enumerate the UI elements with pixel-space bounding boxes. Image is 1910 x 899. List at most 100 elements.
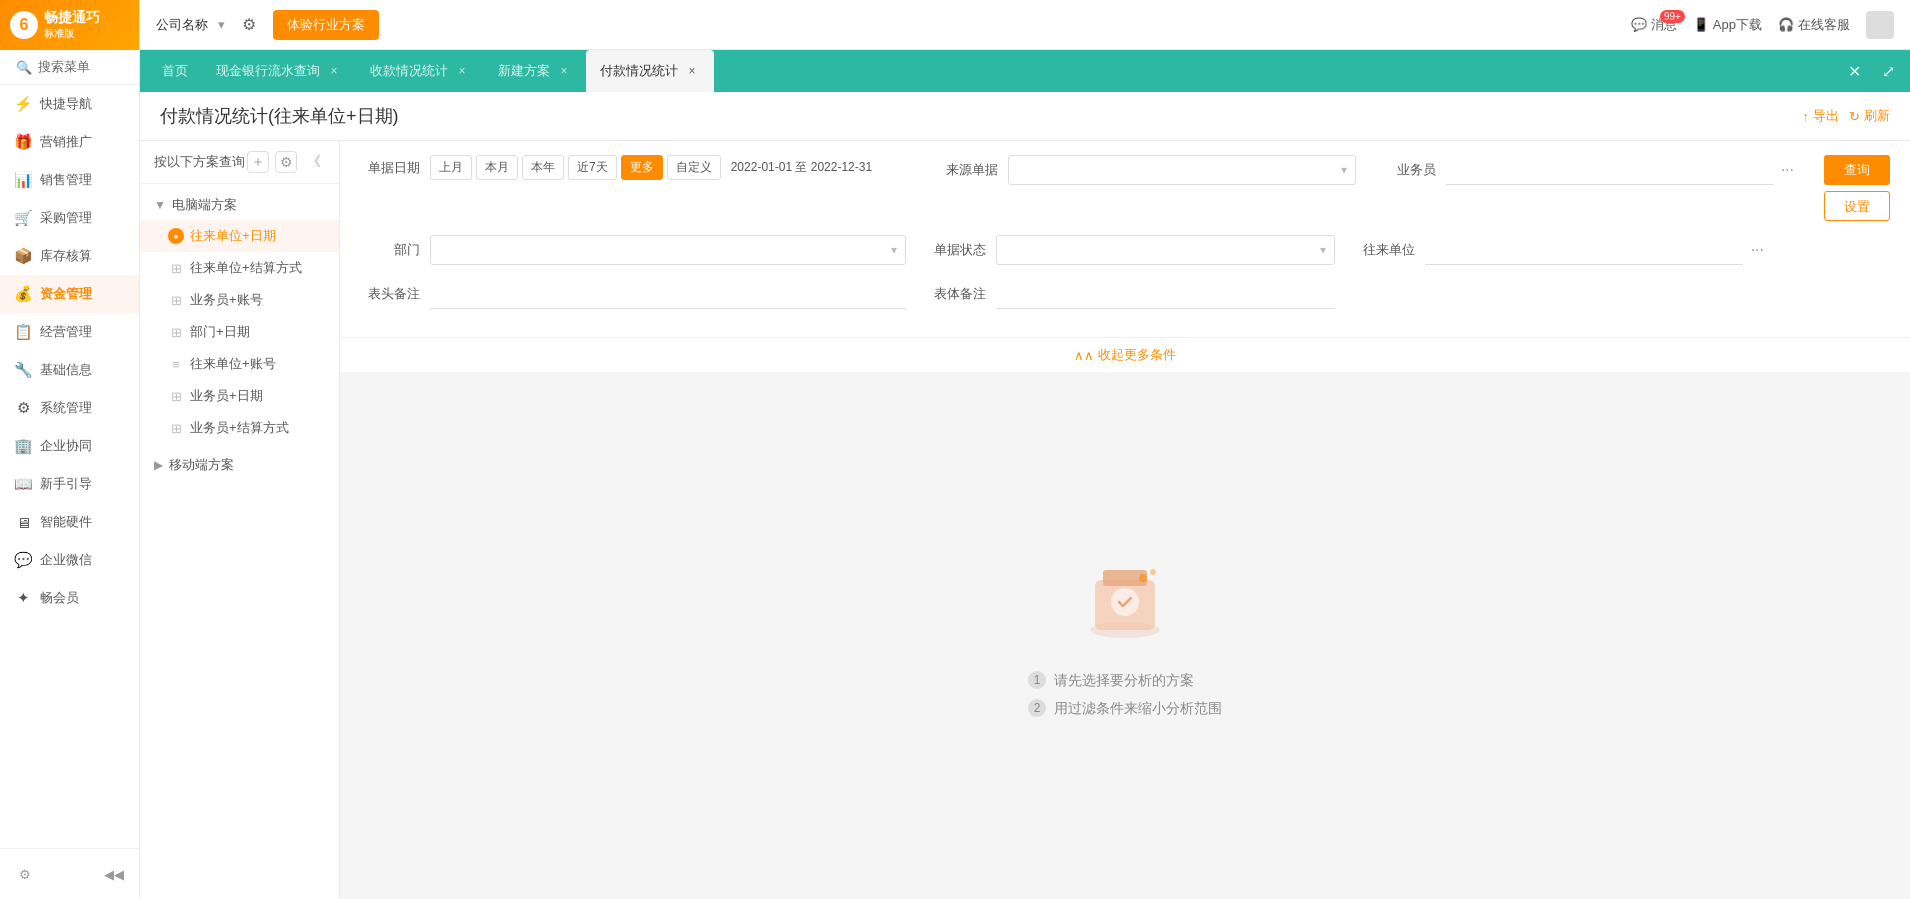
date-control: 上月 本月 本年 近7天 更多 自定义 2022-01-01 至 2022-12… bbox=[430, 155, 918, 180]
scheme-desktop-header[interactable]: ▼ 电脑端方案 bbox=[140, 190, 339, 220]
date-tab-this-month[interactable]: 本月 bbox=[476, 155, 518, 180]
note-head-control bbox=[430, 279, 906, 309]
date-tab-last-7[interactable]: 近7天 bbox=[568, 155, 617, 180]
sidebar-settings-btn[interactable]: ⚙ bbox=[10, 859, 40, 889]
sidebar-item-hardware[interactable]: 🖥 智能硬件 bbox=[0, 503, 139, 541]
logo-sub-text: 标准版 bbox=[44, 27, 100, 41]
partner-dots[interactable]: ··· bbox=[1751, 241, 1764, 259]
search-label: 搜索菜单 bbox=[38, 58, 90, 76]
trial-btn[interactable]: 体验行业方案 bbox=[273, 10, 379, 40]
date-range-display: 2022-01-01 至 2022-12-31 bbox=[731, 159, 872, 176]
scheme-item-partner-settlement[interactable]: ⊞ 往来单位+结算方式 bbox=[140, 252, 339, 284]
scheme-settings-btn[interactable]: ⚙ bbox=[275, 151, 297, 173]
nav-label-wechat: 企业微信 bbox=[40, 551, 92, 569]
sidebar-item-enterprise[interactable]: 🏢 企业协同 bbox=[0, 427, 139, 465]
empty-illustration bbox=[1075, 550, 1175, 650]
salesman-dots[interactable]: ··· bbox=[1781, 161, 1794, 179]
nav-icon-guide: 📖 bbox=[14, 475, 32, 493]
header-settings-icon[interactable]: ⚙ bbox=[235, 11, 263, 39]
sidebar-item-quick-nav[interactable]: ⚡ 快捷导航 bbox=[0, 85, 139, 123]
dept-control: ▾ bbox=[430, 235, 906, 265]
source-select[interactable]: ▾ bbox=[1008, 155, 1356, 185]
sidebar-item-guide[interactable]: 📖 新手引导 bbox=[0, 465, 139, 503]
partner-input[interactable] bbox=[1425, 235, 1743, 265]
tab-home[interactable]: 首页 bbox=[148, 50, 202, 92]
scheme-grid-icon-5: ⊞ bbox=[168, 388, 184, 404]
scheme-add-btn[interactable]: ＋ bbox=[247, 151, 269, 173]
tab-payment-stats[interactable]: 付款情况统计 × bbox=[586, 50, 714, 92]
scheme-item-salesman-settlement[interactable]: ⊞ 业务员+结算方式 bbox=[140, 412, 339, 444]
collapse-bar[interactable]: ∧∧ 收起更多条件 bbox=[340, 337, 1910, 372]
export-btn[interactable]: ↑ 导出 bbox=[1803, 107, 1840, 125]
partner-label: 往来单位 bbox=[1355, 241, 1415, 259]
customer-service-btn[interactable]: 🎧 在线客服 bbox=[1778, 16, 1850, 34]
nav-label-guide: 新手引导 bbox=[40, 475, 92, 493]
tab-maximize-btn[interactable]: ⤢ bbox=[1874, 57, 1902, 85]
user-avatar[interactable] bbox=[1866, 11, 1894, 39]
sidebar-item-vip[interactable]: ✦ 畅会员 bbox=[0, 579, 139, 617]
refresh-btn[interactable]: ↻ 刷新 bbox=[1849, 107, 1890, 125]
date-tab-more[interactable]: 更多 bbox=[621, 155, 663, 180]
scheme-item-partner-account[interactable]: ≡ 往来单位+账号 bbox=[140, 348, 339, 380]
dept-select[interactable]: ▾ bbox=[430, 235, 906, 265]
scheme-item-dept-date[interactable]: ⊞ 部门+日期 bbox=[140, 316, 339, 348]
nav-label-purchase: 采购管理 bbox=[40, 209, 92, 227]
filter-field-source: 来源单据 ▾ bbox=[938, 155, 1356, 185]
nav-icon-inventory: 📦 bbox=[14, 247, 32, 265]
app-download-btn[interactable]: 📱 App下载 bbox=[1693, 16, 1762, 34]
tab-receipts[interactable]: 收款情况统计 × bbox=[356, 50, 484, 92]
page-header: 付款情况统计(往来单位+日期) ↑ 导出 ↻ 刷新 bbox=[140, 92, 1910, 141]
tab-new-scheme[interactable]: 新建方案 × bbox=[484, 50, 586, 92]
tab-receipts-close[interactable]: × bbox=[454, 63, 470, 79]
date-tab-this-year[interactable]: 本年 bbox=[522, 155, 564, 180]
messages-btn[interactable]: 💬 消息 99+ bbox=[1631, 16, 1677, 34]
salesman-label: 业务员 bbox=[1376, 161, 1436, 179]
tab-bank-flow-close[interactable]: × bbox=[326, 63, 342, 79]
voucher-status-select[interactable]: ▾ bbox=[996, 235, 1335, 265]
nav-icon-wechat: 💬 bbox=[14, 551, 32, 569]
tab-close-all-btn[interactable]: ✕ bbox=[1840, 57, 1868, 85]
date-tab-last-month[interactable]: 上月 bbox=[430, 155, 472, 180]
scheme-mobile-group[interactable]: ▶ 移动端方案 bbox=[140, 450, 339, 480]
sidebar-item-purchase[interactable]: 🛒 采购管理 bbox=[0, 199, 139, 237]
tab-new-scheme-label: 新建方案 bbox=[498, 62, 550, 80]
company-dropdown-icon[interactable]: ▾ bbox=[218, 17, 225, 32]
sidebar-item-inventory[interactable]: 📦 库存核算 bbox=[0, 237, 139, 275]
nav-icon-vip: ✦ bbox=[14, 589, 32, 607]
svg-point-5 bbox=[1150, 569, 1156, 575]
filter-field-voucher-status: 单据状态 ▾ bbox=[926, 235, 1335, 265]
note-body-label: 表体备注 bbox=[926, 285, 986, 303]
sidebar-collapse-btn[interactable]: ◀◀ bbox=[99, 859, 129, 889]
sidebar-item-marketing[interactable]: 🎁 营销推广 bbox=[0, 123, 139, 161]
scheme-collapse-btn[interactable]: 《 bbox=[303, 151, 325, 173]
tab-bank-flow[interactable]: 现金银行流水查询 × bbox=[202, 50, 356, 92]
scheme-grid-icon-3: ⊞ bbox=[168, 324, 184, 340]
sidebar-item-basics[interactable]: 🔧 基础信息 bbox=[0, 351, 139, 389]
salesman-input[interactable] bbox=[1446, 155, 1773, 185]
tab-payment-stats-close[interactable]: × bbox=[684, 63, 700, 79]
sidebar-item-operations[interactable]: 📋 经营管理 bbox=[0, 313, 139, 351]
sidebar-item-sales[interactable]: 📊 销售管理 bbox=[0, 161, 139, 199]
scheme-mobile-chevron: ▶ bbox=[154, 458, 163, 472]
sidebar-search[interactable]: 🔍 搜索菜单 bbox=[0, 50, 139, 85]
note-body-input[interactable] bbox=[996, 279, 1335, 309]
scheme-item-salesman-date[interactable]: ⊞ 业务员+日期 bbox=[140, 380, 339, 412]
filter-field-date: 单据日期 上月 本月 本年 近7天 更多 自定义 2022-01-01 至 20… bbox=[360, 155, 918, 180]
date-tab-custom[interactable]: 自定义 bbox=[667, 155, 721, 180]
sidebar-item-wechat[interactable]: 💬 企业微信 bbox=[0, 541, 139, 579]
nav-label-quick: 快捷导航 bbox=[40, 95, 92, 113]
settings-btn[interactable]: 设置 bbox=[1824, 191, 1890, 221]
scheme-item-partner-date[interactable]: ● 往来单位+日期 bbox=[140, 220, 339, 252]
scheme-grid-icon-1: ⊞ bbox=[168, 260, 184, 276]
query-btn[interactable]: 查询 bbox=[1824, 155, 1890, 185]
note-head-input[interactable] bbox=[430, 279, 906, 309]
scheme-item-salesman-account[interactable]: ⊞ 业务员+账号 bbox=[140, 284, 339, 316]
filter-field-note-body: 表体备注 bbox=[926, 279, 1335, 309]
nav-label-vip: 畅会员 bbox=[40, 589, 79, 607]
sidebar-item-system[interactable]: ⚙ 系统管理 bbox=[0, 389, 139, 427]
source-label: 来源单据 bbox=[938, 161, 998, 179]
sidebar-item-finance[interactable]: 💰 资金管理 bbox=[0, 275, 139, 313]
source-select-arrow: ▾ bbox=[1341, 163, 1347, 177]
main-content: 公司名称 ▾ ⚙ 体验行业方案 💬 消息 99+ 📱 App下载 🎧 在线客服 bbox=[140, 0, 1910, 899]
tab-new-scheme-close[interactable]: × bbox=[556, 63, 572, 79]
